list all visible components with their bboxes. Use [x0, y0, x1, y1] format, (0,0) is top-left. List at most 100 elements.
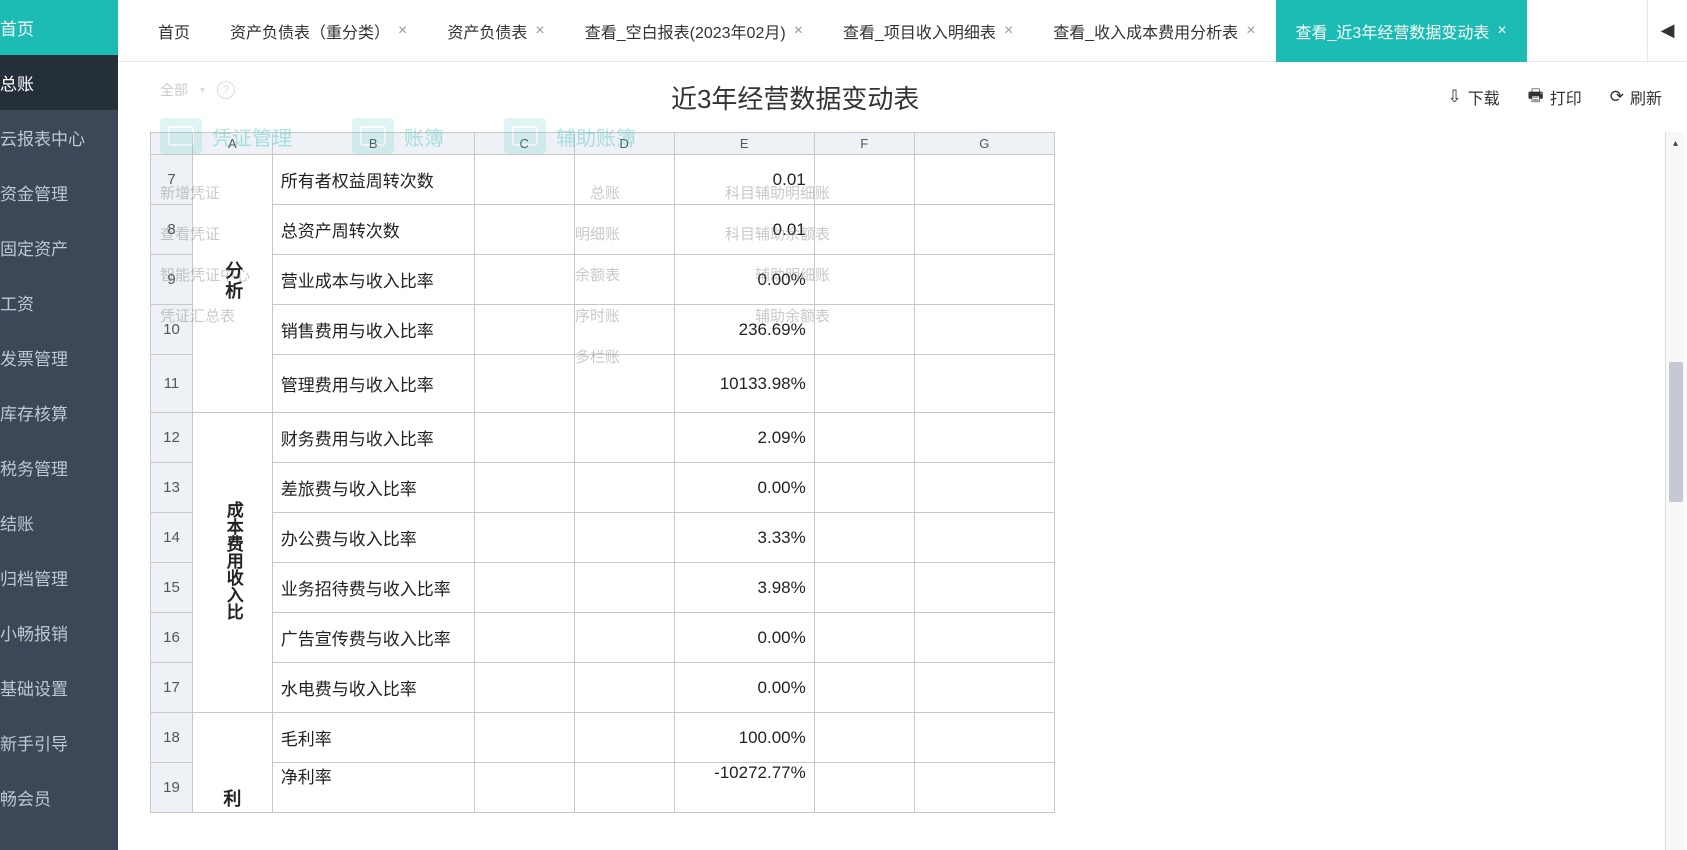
- cell[interactable]: [914, 563, 1054, 613]
- cell[interactable]: [474, 613, 574, 663]
- cell[interactable]: [814, 205, 914, 255]
- sidebar-item-inventory[interactable]: 库存核算: [0, 385, 118, 440]
- cell[interactable]: [914, 155, 1054, 205]
- cell[interactable]: [474, 463, 574, 513]
- cell[interactable]: [814, 763, 914, 813]
- col-header-B[interactable]: B: [272, 133, 474, 155]
- row-header[interactable]: 7: [151, 155, 193, 205]
- close-icon[interactable]: ×: [794, 22, 803, 40]
- row-header[interactable]: 19: [151, 763, 193, 813]
- cell[interactable]: 差旅费与收入比率: [272, 463, 474, 513]
- sidebar-item-archive[interactable]: 归档管理: [0, 550, 118, 605]
- cell[interactable]: 0.01: [674, 155, 814, 205]
- row-header[interactable]: 9: [151, 255, 193, 305]
- cell[interactable]: 总资产周转次数: [272, 205, 474, 255]
- cell[interactable]: [914, 355, 1054, 413]
- cell[interactable]: 所有者权益周转次数: [272, 155, 474, 205]
- cell[interactable]: [474, 713, 574, 763]
- cell[interactable]: [814, 663, 914, 713]
- cell[interactable]: [474, 563, 574, 613]
- cell[interactable]: [914, 305, 1054, 355]
- close-icon[interactable]: ×: [398, 22, 407, 40]
- cell[interactable]: [574, 305, 674, 355]
- cell[interactable]: -10272.77%: [674, 763, 814, 813]
- sidebar-item-ledger[interactable]: 总账: [0, 55, 118, 110]
- sidebar-item-tax[interactable]: 税务管理: [0, 440, 118, 495]
- row-header[interactable]: 17: [151, 663, 193, 713]
- cell[interactable]: [914, 513, 1054, 563]
- print-button[interactable]: 🖶打印: [1528, 83, 1582, 112]
- corner-cell[interactable]: [151, 133, 193, 155]
- cell[interactable]: [474, 355, 574, 413]
- scroll-thumb[interactable]: [1669, 362, 1683, 502]
- scroll-up-icon[interactable]: ▴: [1667, 134, 1685, 152]
- tab-blank-report[interactable]: 查看_空白报表(2023年02月)×: [565, 0, 823, 62]
- cell[interactable]: [574, 155, 674, 205]
- cell-group-profit[interactable]: 利: [193, 713, 273, 813]
- cell[interactable]: [574, 613, 674, 663]
- cell[interactable]: 3.98%: [674, 563, 814, 613]
- cell[interactable]: 10133.98%: [674, 355, 814, 413]
- col-header-C[interactable]: C: [474, 133, 574, 155]
- cell[interactable]: [814, 613, 914, 663]
- close-icon[interactable]: ×: [1004, 22, 1013, 40]
- cell[interactable]: [574, 513, 674, 563]
- refresh-button[interactable]: ⟳刷新: [1610, 83, 1662, 112]
- cell[interactable]: [914, 613, 1054, 663]
- cell[interactable]: [574, 355, 674, 413]
- cell[interactable]: 业务招待费与收入比率: [272, 563, 474, 613]
- row-header[interactable]: 16: [151, 613, 193, 663]
- cell[interactable]: [474, 205, 574, 255]
- cell[interactable]: [474, 513, 574, 563]
- tab-project-income[interactable]: 查看_项目收入明细表×: [823, 0, 1033, 62]
- cell[interactable]: 营业成本与收入比率: [272, 255, 474, 305]
- cell[interactable]: [914, 463, 1054, 513]
- tab-3year-change[interactable]: 查看_近3年经营数据变动表×: [1276, 0, 1527, 62]
- tab-balance-reclass[interactable]: 资产负债表（重分类）×: [210, 0, 427, 62]
- sidebar-item-home[interactable]: 首页: [0, 0, 118, 55]
- col-header-D[interactable]: D: [574, 133, 674, 155]
- cell[interactable]: 管理费用与收入比率: [272, 355, 474, 413]
- row-header[interactable]: 8: [151, 205, 193, 255]
- cell[interactable]: [914, 713, 1054, 763]
- cell[interactable]: 0.00%: [674, 463, 814, 513]
- cell[interactable]: [814, 155, 914, 205]
- cell[interactable]: [814, 305, 914, 355]
- close-icon[interactable]: ×: [535, 22, 544, 40]
- close-icon[interactable]: ×: [1246, 22, 1255, 40]
- cell-group-cost[interactable]: 成本费用收入比: [193, 413, 273, 713]
- cell[interactable]: [574, 663, 674, 713]
- row-header[interactable]: 15: [151, 563, 193, 613]
- cell[interactable]: [914, 413, 1054, 463]
- cell[interactable]: [814, 513, 914, 563]
- cell[interactable]: [814, 413, 914, 463]
- sidebar-item-closing[interactable]: 结账: [0, 495, 118, 550]
- cell[interactable]: 0.00%: [674, 663, 814, 713]
- cell[interactable]: 236.69%: [674, 305, 814, 355]
- row-header[interactable]: 10: [151, 305, 193, 355]
- tab-home[interactable]: 首页: [138, 0, 210, 62]
- cell[interactable]: [814, 563, 914, 613]
- vertical-scrollbar[interactable]: ▴: [1665, 132, 1685, 850]
- cell[interactable]: 财务费用与收入比率: [272, 413, 474, 463]
- col-header-A[interactable]: A: [193, 133, 273, 155]
- row-header[interactable]: 11: [151, 355, 193, 413]
- row-header[interactable]: 18: [151, 713, 193, 763]
- cell[interactable]: [574, 713, 674, 763]
- cell[interactable]: [574, 763, 674, 813]
- cell[interactable]: [914, 255, 1054, 305]
- sidebar-item-cloud-report[interactable]: 云报表中心: [0, 110, 118, 165]
- sidebar-item-expense[interactable]: 小畅报销: [0, 605, 118, 660]
- download-button[interactable]: ⇩下载: [1447, 83, 1499, 112]
- cell[interactable]: [474, 305, 574, 355]
- sidebar-item-member[interactable]: 畅会员: [0, 770, 118, 825]
- cell[interactable]: [574, 563, 674, 613]
- cell[interactable]: [574, 255, 674, 305]
- col-header-F[interactable]: F: [814, 133, 914, 155]
- sidebar-item-fund[interactable]: 资金管理: [0, 165, 118, 220]
- cell[interactable]: [474, 413, 574, 463]
- col-header-G[interactable]: G: [914, 133, 1054, 155]
- cell[interactable]: 2.09%: [674, 413, 814, 463]
- cell[interactable]: 0.00%: [674, 255, 814, 305]
- cell[interactable]: 水电费与收入比率: [272, 663, 474, 713]
